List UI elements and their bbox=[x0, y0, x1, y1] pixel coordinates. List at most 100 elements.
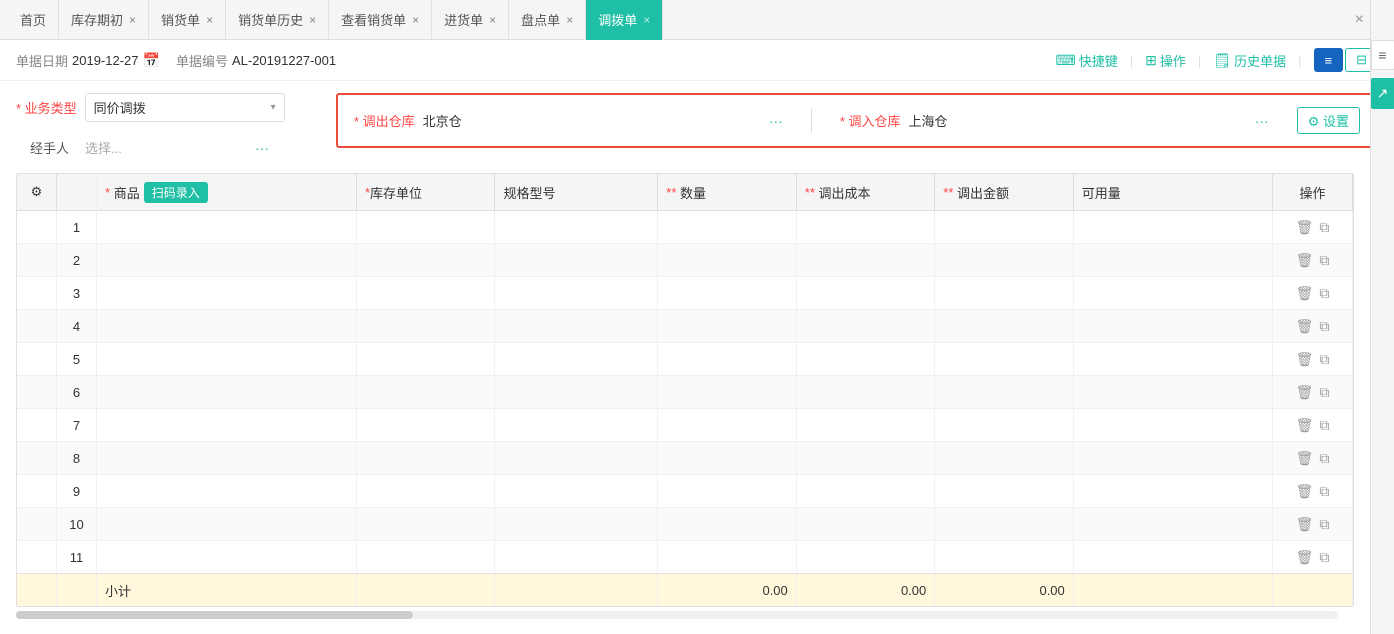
copy-icon[interactable]: ⧉ bbox=[1319, 516, 1329, 533]
table-row: 11 🗑⧉ bbox=[17, 541, 1353, 573]
scrollbar-thumb[interactable] bbox=[16, 611, 413, 619]
copy-icon[interactable]: ⧉ bbox=[1319, 549, 1329, 566]
tab-close-icon[interactable]: × bbox=[129, 13, 136, 27]
copy-icon[interactable]: ⧉ bbox=[1319, 318, 1329, 335]
layout-list-button[interactable]: ≡ bbox=[1314, 48, 1344, 72]
subtotal-row: 小计 0.00 0.00 0.00 bbox=[17, 573, 1353, 606]
copy-icon[interactable]: ⧉ bbox=[1319, 252, 1329, 269]
handler-placeholder: 选择... bbox=[85, 138, 251, 157]
row-no: 1 bbox=[57, 211, 97, 243]
row-cost[interactable] bbox=[797, 211, 936, 243]
col-unit-header: 库存单位 bbox=[357, 174, 496, 210]
date-label: 单据日期 bbox=[16, 51, 68, 70]
horizontal-scrollbar[interactable] bbox=[16, 611, 1338, 619]
row-qty[interactable] bbox=[658, 211, 797, 243]
tab-inventory-check[interactable]: 盘点单 × bbox=[509, 0, 586, 40]
tab-close-icon[interactable]: × bbox=[489, 13, 496, 27]
table-row: 3 🗑⧉ bbox=[17, 277, 1353, 310]
date-field: 单据日期 2019-12-27 📅 bbox=[16, 51, 160, 70]
delete-icon[interactable]: 🗑 bbox=[1296, 483, 1314, 500]
shortcut-button[interactable]: ⌨ 快捷键 bbox=[1056, 51, 1118, 70]
tab-close-icon[interactable]: × bbox=[412, 13, 419, 27]
action-button[interactable]: ⊞ 操作 bbox=[1145, 51, 1186, 70]
table-row: 4 🗑⧉ bbox=[17, 310, 1353, 343]
table-row: 9 🗑⧉ bbox=[17, 475, 1353, 508]
row-op: 🗑 ⧉ bbox=[1273, 211, 1353, 243]
out-warehouse-section: * 调出仓库 北京仓 ··· bbox=[354, 111, 783, 130]
sidebar-expand-button[interactable]: ↗ bbox=[1371, 78, 1394, 109]
history-button[interactable]: 🗒 历史单据 bbox=[1213, 51, 1286, 70]
tab-transfer[interactable]: 调拨单 × bbox=[586, 0, 663, 40]
grid-icon: ⊞ bbox=[1145, 52, 1157, 69]
out-warehouse-more-icon[interactable]: ··· bbox=[769, 113, 783, 129]
delete-icon[interactable]: 🗑 bbox=[1296, 516, 1314, 533]
in-warehouse-label: * 调入仓库 bbox=[840, 111, 901, 130]
gear-icon: ⚙ bbox=[31, 184, 43, 200]
chevron-down-icon: ▾ bbox=[271, 102, 276, 113]
copy-icon[interactable]: ⧉ bbox=[1319, 351, 1329, 368]
copy-icon[interactable]: ⧉ bbox=[1319, 450, 1329, 467]
toolbar: 单据日期 2019-12-27 📅 单据编号 AL-20191227-001 ⌨… bbox=[0, 40, 1394, 81]
tab-sales-history[interactable]: 销货单历史 × bbox=[226, 0, 329, 40]
table-container: ⚙ * 商品 扫码录入 库存单位 规格型号 * 数量 * 调出成本 * 调出金额 bbox=[16, 173, 1354, 607]
handler-more-icon[interactable]: ··· bbox=[255, 140, 269, 156]
tab-home[interactable]: 首页 bbox=[8, 0, 59, 40]
copy-icon[interactable]: ⧉ bbox=[1319, 417, 1329, 434]
delete-icon[interactable]: 🗑 bbox=[1296, 219, 1314, 236]
delete-icon[interactable]: 🗑 bbox=[1296, 351, 1314, 368]
tab-inventory-init[interactable]: 库存期初 × bbox=[59, 0, 149, 40]
copy-icon[interactable]: ⧉ bbox=[1319, 219, 1329, 236]
delete-icon[interactable]: 🗑 bbox=[1296, 549, 1314, 566]
row-unit[interactable] bbox=[357, 211, 496, 243]
col-amount-header: * 调出金额 bbox=[935, 174, 1074, 210]
col-settings-icon[interactable]: ⚙ bbox=[17, 174, 57, 210]
row-settings bbox=[17, 211, 57, 243]
row-spec[interactable] bbox=[495, 211, 658, 243]
copy-icon[interactable]: ⧉ bbox=[1319, 285, 1329, 302]
in-warehouse-section: * 调入仓库 上海仓 ··· bbox=[840, 111, 1269, 130]
handler-row: 经手人 选择... ··· bbox=[16, 134, 316, 161]
delete-icon[interactable]: 🗑 bbox=[1296, 285, 1314, 302]
tab-close-icon[interactable]: × bbox=[643, 13, 650, 27]
tab-close-icon[interactable]: × bbox=[206, 13, 213, 27]
row-avail bbox=[1074, 211, 1273, 243]
copy-icon[interactable]: ⧉ bbox=[1319, 483, 1329, 500]
delete-icon[interactable]: 🗑 bbox=[1296, 450, 1314, 467]
copy-icon[interactable]: ⧉ bbox=[1319, 384, 1329, 401]
warehouse-selection-panel: * 调出仓库 北京仓 ··· * 调入仓库 上海仓 ··· ⚙ 设置 bbox=[336, 93, 1378, 148]
handler-select[interactable]: 选择... ··· bbox=[77, 134, 277, 161]
table-row: 8 🗑⧉ bbox=[17, 442, 1353, 475]
in-warehouse-more-icon[interactable]: ··· bbox=[1255, 113, 1269, 129]
tab-purchase[interactable]: 进货单 × bbox=[432, 0, 509, 40]
row-amount[interactable] bbox=[935, 211, 1074, 243]
table-row: 6 🗑⧉ bbox=[17, 376, 1353, 409]
delete-icon[interactable]: 🗑 bbox=[1296, 318, 1314, 335]
toolbar-right: ⌨ 快捷键 | ⊞ 操作 | 🗒 历史单据 | ≡ ⊟ bbox=[1056, 48, 1378, 72]
biz-type-select[interactable]: 同价调拨 ▾ bbox=[85, 93, 285, 122]
subtotal-amount: 0.00 bbox=[1039, 583, 1064, 598]
delete-icon[interactable]: 🗑 bbox=[1296, 417, 1314, 434]
date-value: 2019-12-27 bbox=[72, 53, 139, 68]
warehouse-divider bbox=[811, 109, 812, 133]
scan-entry-button[interactable]: 扫码录入 bbox=[144, 182, 208, 203]
biz-type-label: * 业务类型 bbox=[16, 98, 77, 117]
delete-icon[interactable]: 🗑 bbox=[1296, 252, 1314, 269]
sidebar-notes-button[interactable]: ≡ bbox=[1371, 40, 1394, 70]
col-product-header: * 商品 扫码录入 bbox=[97, 174, 357, 210]
tab-sales-order[interactable]: 销货单 × bbox=[149, 0, 226, 40]
subtotal-label: 小计 bbox=[105, 581, 131, 600]
calendar-icon[interactable]: 📅 bbox=[143, 52, 160, 69]
col-cost-header: * 调出成本 bbox=[797, 174, 936, 210]
tab-close-icon[interactable]: × bbox=[566, 13, 573, 27]
tab-view-sales[interactable]: 查看销货单 × bbox=[329, 0, 432, 40]
delete-icon[interactable]: 🗑 bbox=[1296, 384, 1314, 401]
table-row: 5 🗑⧉ bbox=[17, 343, 1353, 376]
in-warehouse-value: 上海仓 bbox=[909, 111, 948, 130]
row-product[interactable] bbox=[97, 211, 357, 243]
biz-type-row: * 业务类型 同价调拨 ▾ bbox=[16, 93, 316, 122]
setting-button[interactable]: ⚙ 设置 bbox=[1297, 107, 1360, 134]
doc-no-label: 单据编号 bbox=[176, 51, 228, 70]
col-op-header: 操作 bbox=[1273, 174, 1353, 210]
window-close-button[interactable]: × bbox=[1355, 0, 1364, 40]
tab-close-icon[interactable]: × bbox=[309, 13, 316, 27]
